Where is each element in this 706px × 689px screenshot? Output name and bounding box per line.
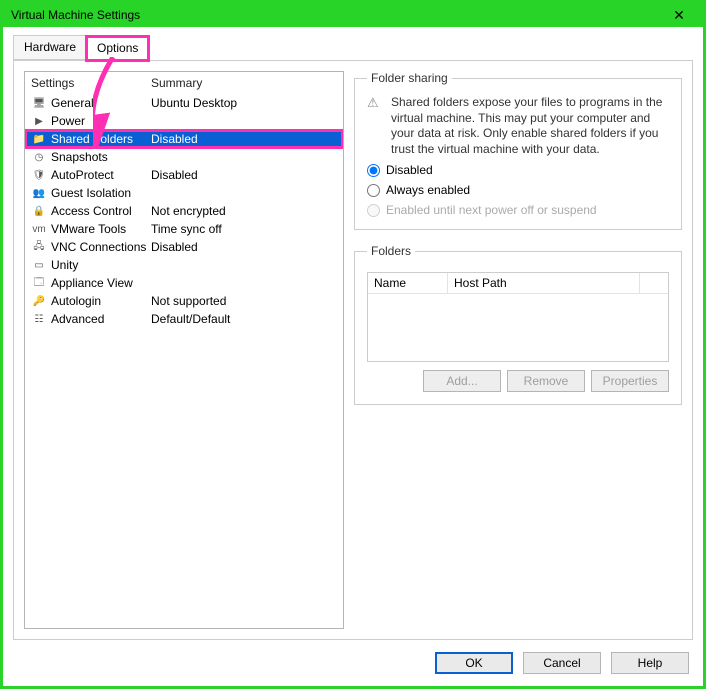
radio-always-label: Always enabled — [386, 183, 470, 197]
row-icon: 🖧 — [31, 240, 47, 254]
folders-legend: Folders — [367, 244, 415, 258]
col-settings: Settings — [31, 76, 151, 90]
tab-strip: Hardware Options — [13, 35, 703, 60]
row-label: Advanced — [51, 312, 151, 326]
settings-row-snapshots[interactable]: ◷ Snapshots — [25, 148, 343, 166]
settings-list: Settings Summary 🖥 GeneralUbuntu Desktop ▶… — [24, 71, 344, 629]
row-icon: ☷ — [31, 312, 47, 326]
settings-row-appliance-view[interactable]: 🗔 Appliance View — [25, 274, 343, 292]
settings-row-power[interactable]: ▶ Power — [25, 112, 343, 130]
tab-hardware[interactable]: Hardware — [13, 35, 87, 60]
settings-row-general[interactable]: 🖥 GeneralUbuntu Desktop — [25, 94, 343, 112]
settings-row-vmware-tools[interactable]: vm VMware ToolsTime sync off — [25, 220, 343, 238]
footer: OK Cancel Help — [3, 640, 703, 686]
row-summary: Not encrypted — [151, 204, 337, 218]
row-icon: ◷ — [31, 150, 47, 164]
radio-until-input — [367, 204, 380, 217]
col-summary: Summary — [151, 76, 337, 90]
folders-group: Folders Name Host Path Add... Remove Pro… — [354, 244, 682, 405]
titlebar: Virtual Machine Settings ✕ — [3, 3, 703, 27]
row-icon: ▶ — [31, 114, 47, 128]
row-summary: Disabled — [151, 240, 337, 254]
row-label: AutoProtect — [51, 168, 151, 182]
settings-row-guest-isolation[interactable]: 👥 Guest Isolation — [25, 184, 343, 202]
ok-button[interactable]: OK — [435, 652, 513, 674]
settings-row-vnc-connections[interactable]: 🖧 VNC ConnectionsDisabled — [25, 238, 343, 256]
settings-window: Virtual Machine Settings ✕ Hardware Opti… — [0, 0, 706, 689]
row-icon: 🖥 — [31, 96, 47, 110]
remove-button: Remove — [507, 370, 585, 392]
folders-buttons: Add... Remove Properties — [367, 370, 669, 392]
row-label: VNC Connections — [51, 240, 151, 254]
tab-options[interactable]: Options — [86, 36, 149, 61]
row-label: Shared Folders — [51, 132, 151, 146]
settings-row-autoprotect[interactable]: 🛡 AutoProtectDisabled — [25, 166, 343, 184]
radio-disabled[interactable]: Disabled — [367, 163, 669, 177]
properties-button: Properties — [591, 370, 669, 392]
list-header: Settings Summary — [25, 72, 343, 94]
col-name[interactable]: Name — [368, 273, 448, 294]
folders-table: Name Host Path — [367, 272, 669, 362]
row-summary: Disabled — [151, 132, 337, 146]
col-host-path[interactable]: Host Path — [448, 273, 640, 294]
row-label: General — [51, 96, 151, 110]
help-button[interactable]: Help — [611, 652, 689, 674]
settings-row-shared-folders[interactable]: 📁 Shared FoldersDisabled — [25, 130, 343, 148]
row-icon: 👥 — [31, 186, 47, 200]
row-summary: Time sync off — [151, 222, 337, 236]
row-icon: 🗔 — [31, 276, 47, 290]
row-icon: ▭ — [31, 258, 47, 272]
row-icon: 🛡 — [31, 168, 47, 182]
radio-disabled-label: Disabled — [386, 163, 433, 177]
row-label: Unity — [51, 258, 151, 272]
row-icon: 🔒 — [31, 204, 47, 218]
radio-always[interactable]: Always enabled — [367, 183, 669, 197]
row-label: Power — [51, 114, 151, 128]
row-label: Appliance View — [51, 276, 151, 290]
row-label: Access Control — [51, 204, 151, 218]
row-label: VMware Tools — [51, 222, 151, 236]
cancel-button[interactable]: Cancel — [523, 652, 601, 674]
row-label: Snapshots — [51, 150, 151, 164]
row-label: Autologin — [51, 294, 151, 308]
row-summary: Default/Default — [151, 312, 337, 326]
window-title: Virtual Machine Settings — [11, 8, 663, 22]
row-icon: 📁 — [31, 132, 47, 146]
close-icon[interactable]: ✕ — [663, 7, 695, 24]
warning-text: Shared folders expose your files to prog… — [391, 95, 669, 157]
folder-sharing-group: Folder sharing ⚠ Shared folders expose y… — [354, 71, 682, 230]
radio-until: Enabled until next power off or suspend — [367, 203, 669, 217]
row-summary: Disabled — [151, 168, 337, 182]
settings-row-advanced[interactable]: ☷ AdvancedDefault/Default — [25, 310, 343, 328]
content: Settings Summary 🖥 GeneralUbuntu Desktop ▶… — [13, 60, 693, 640]
right-pane: Folder sharing ⚠ Shared folders expose y… — [354, 71, 682, 629]
row-summary: Not supported — [151, 294, 337, 308]
settings-row-autologin[interactable]: 🔑 AutologinNot supported — [25, 292, 343, 310]
settings-row-unity[interactable]: ▭ Unity — [25, 256, 343, 274]
add-button[interactable]: Add... — [423, 370, 501, 392]
col-end — [640, 273, 668, 294]
radio-until-label: Enabled until next power off or suspend — [386, 203, 597, 217]
settings-row-access-control[interactable]: 🔒 Access ControlNot encrypted — [25, 202, 343, 220]
folder-sharing-legend: Folder sharing — [367, 71, 452, 85]
radio-always-input[interactable] — [367, 184, 380, 197]
warning-icon: ⚠ — [367, 95, 383, 111]
row-icon: 🔑 — [31, 294, 47, 308]
folders-table-header: Name Host Path — [368, 273, 668, 294]
radio-disabled-input[interactable] — [367, 164, 380, 177]
row-icon: vm — [31, 222, 47, 236]
row-label: Guest Isolation — [51, 186, 151, 200]
row-summary: Ubuntu Desktop — [151, 96, 337, 110]
